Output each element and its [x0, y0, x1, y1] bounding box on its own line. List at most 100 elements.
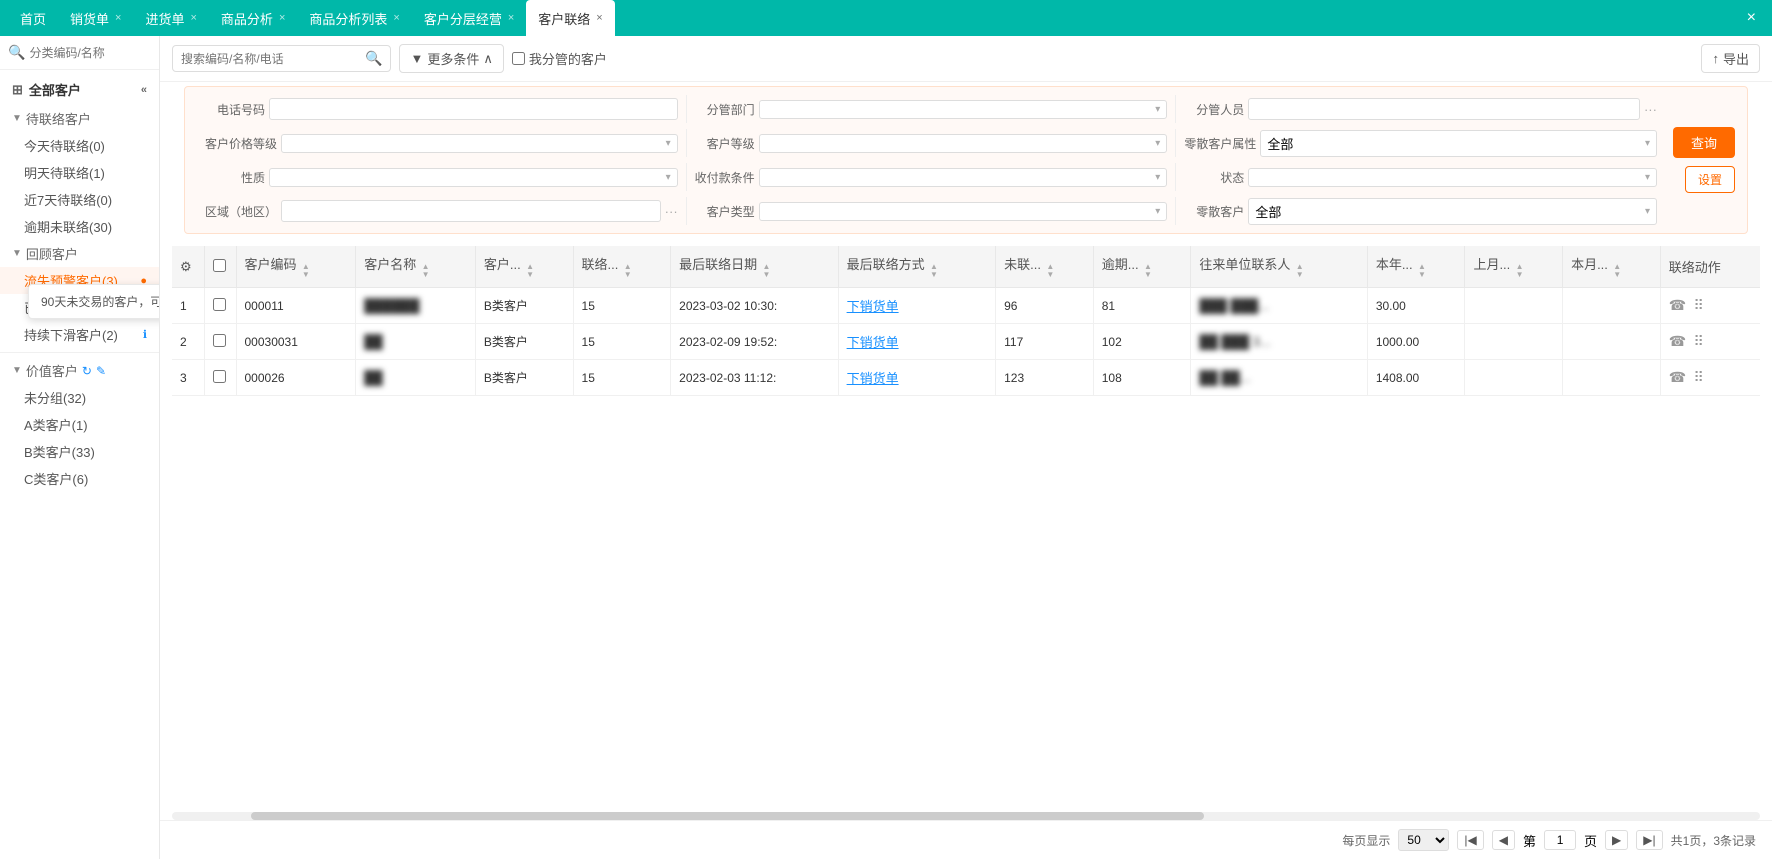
cell-name: ██████ [356, 288, 476, 324]
close-tab-product-analysis-list[interactable]: × [393, 12, 399, 24]
sort-arrows-uncontacted[interactable]: ▲▼ [1046, 263, 1054, 279]
sort-arrows-year[interactable]: ▲▼ [1418, 263, 1426, 279]
page-input[interactable] [1544, 830, 1576, 850]
per-page-select[interactable]: 50 100 [1398, 829, 1449, 851]
last-method-link[interactable]: 下销货单 [847, 371, 899, 386]
more-action-icon[interactable]: ⠿ [1693, 333, 1703, 349]
filter-person-input[interactable] [1248, 98, 1640, 120]
sidebar-item-classC[interactable]: C类客户(6) [0, 465, 159, 492]
more-action-icon[interactable]: ⠿ [1693, 297, 1703, 313]
sidebar-item-decline[interactable]: 持续下滑客户(2) ℹ [0, 321, 159, 348]
sort-arrows-name[interactable]: ▲▼ [422, 263, 430, 279]
row-checkbox[interactable] [213, 334, 226, 347]
sidebar-item-overdue[interactable]: 逾期未联络(30) [0, 213, 159, 240]
contact-icon[interactable]: ☎ [1669, 369, 1686, 385]
search-input-wrap: 🔍 [172, 45, 391, 72]
cell-action: ☎ ⠿ [1660, 288, 1760, 324]
col-settings[interactable]: ⚙ [172, 246, 204, 288]
filter-payment-select[interactable]: ▾ [759, 168, 1168, 187]
more-dots-icon-region[interactable]: ··· [665, 204, 678, 219]
horizontal-scrollbar[interactable] [172, 812, 1760, 820]
contact-icon[interactable]: ☎ [1669, 297, 1686, 313]
sidebar-item-classB[interactable]: B类客户(33) [0, 438, 159, 465]
last-page-btn[interactable]: ▶| [1636, 830, 1662, 850]
sort-arrows-date[interactable]: ▲▼ [763, 263, 771, 279]
filter-phone-input[interactable] [269, 98, 678, 120]
filter-customer-level-select[interactable]: ▾ [759, 134, 1168, 153]
sidebar-item-ungroup[interactable]: 未分组(32) [0, 384, 159, 411]
last-method-link[interactable]: 下销货单 [847, 299, 899, 314]
edit-icon-value[interactable]: ✎ [96, 364, 106, 378]
first-page-btn[interactable]: |◀ [1457, 830, 1483, 850]
window-close-btn[interactable]: × [1739, 9, 1764, 27]
sort-arrows-person[interactable]: ▲▼ [1296, 263, 1304, 279]
close-tab-sales-order[interactable]: × [115, 12, 121, 24]
refresh-icon-value[interactable]: ↻ [82, 364, 92, 378]
sidebar-item-tomorrow[interactable]: 明天待联络(1) [0, 159, 159, 186]
tab-customer-contact[interactable]: 客户联络 × [526, 0, 614, 36]
my-customer-checkbox[interactable] [512, 52, 525, 65]
sidebar-search-input[interactable] [29, 46, 151, 60]
my-customer-checkbox-wrap[interactable]: 我分管的客户 [512, 49, 607, 68]
cell-checkbox[interactable] [204, 360, 236, 396]
cell-uncontacted: 96 [996, 288, 1094, 324]
filter-price-level-select[interactable]: ▾ [281, 134, 678, 153]
table-header-row: ⚙ 客户编码 ▲▼ 客户名称 ▲▼ [172, 246, 1760, 288]
filter-nature-select[interactable]: ▾ [269, 168, 678, 187]
tab-product-analysis[interactable]: 商品分析 × [209, 0, 297, 36]
sort-arrows-month[interactable]: ▲▼ [1613, 263, 1621, 279]
tab-home[interactable]: 首页 [8, 0, 58, 36]
sidebar-group-value[interactable]: ▼ 价值客户 ↻ ✎ [0, 357, 159, 384]
sort-arrows-lmonth[interactable]: ▲▼ [1516, 263, 1524, 279]
sort-arrows-code[interactable]: ▲▼ [302, 263, 310, 279]
more-action-icon[interactable]: ⠿ [1693, 369, 1703, 385]
more-dots-icon-person[interactable]: ··· [1644, 102, 1657, 117]
sidebar-group-pending[interactable]: ▼ 待联络客户 [0, 105, 159, 132]
sidebar-item-classA[interactable]: A类客户(1) [0, 411, 159, 438]
per-page-label: 每页显示 [1342, 832, 1390, 849]
tab-product-analysis-list[interactable]: 商品分析列表 × [297, 0, 411, 36]
sidebar-item-today[interactable]: 今天待联络(0) [0, 132, 159, 159]
prev-page-btn[interactable]: ◀ [1492, 830, 1515, 850]
next-page-btn[interactable]: ▶ [1605, 830, 1628, 850]
close-tab-purchase-order[interactable]: × [190, 12, 196, 24]
settings-icon[interactable]: ⚙ [180, 259, 192, 274]
sidebar-all-customers[interactable]: ⊞ 全部客户 « [0, 74, 159, 105]
filter-retail-attr-select[interactable]: 全部 ▾ [1260, 130, 1657, 157]
tab-customer-tier[interactable]: 客户分层经营 × [412, 0, 526, 36]
close-tab-product-analysis[interactable]: × [279, 12, 285, 24]
tab-purchase-order[interactable]: 进货单 × [133, 0, 208, 36]
chevron-down-icon: ▾ [1155, 104, 1160, 115]
filter-customer-type-select[interactable]: ▾ [759, 202, 1168, 221]
sidebar-item-week[interactable]: 近7天待联络(0) [0, 186, 159, 213]
tab-sales-order[interactable]: 销货单 × [58, 0, 133, 36]
filter-region-input[interactable] [281, 200, 661, 222]
main-search-input[interactable] [181, 52, 361, 66]
close-tab-customer-contact[interactable]: × [596, 12, 602, 24]
sidebar-group-review[interactable]: ▼ 回顾客户 [0, 240, 159, 267]
row-checkbox[interactable] [213, 370, 226, 383]
cell-this-month [1563, 288, 1661, 324]
scroll-thumb[interactable] [251, 812, 1204, 820]
filter-department-select[interactable]: ▾ [759, 100, 1168, 119]
sort-arrows-type[interactable]: ▲▼ [526, 263, 534, 279]
cell-checkbox[interactable] [204, 324, 236, 360]
select-all-checkbox[interactable] [213, 259, 226, 272]
filter-status-select[interactable]: ▾ [1248, 168, 1657, 187]
main-search-icon[interactable]: 🔍 [365, 50, 382, 67]
row-checkbox[interactable] [213, 298, 226, 311]
last-method-link[interactable]: 下销货单 [847, 335, 899, 350]
close-tab-customer-tier[interactable]: × [508, 12, 514, 24]
cell-checkbox[interactable] [204, 288, 236, 324]
sort-arrows-contact[interactable]: ▲▼ [624, 263, 632, 279]
settings-btn[interactable]: 设置 [1685, 166, 1735, 193]
filter-retail-customer-select[interactable]: 全部 ▾ [1248, 198, 1657, 225]
query-btn[interactable]: 查询 [1673, 127, 1735, 158]
more-filter-btn[interactable]: ▼ 更多条件 ∧ [399, 44, 503, 73]
sort-arrows-overdue[interactable]: ▲▼ [1144, 263, 1152, 279]
chevron-down-icon-8: ▾ [1155, 206, 1160, 217]
export-btn[interactable]: ↑ 导出 [1701, 44, 1760, 73]
filter-row-3: 性质 ▾ 收付款条件 ▾ [197, 163, 1665, 191]
sort-arrows-method[interactable]: ▲▼ [930, 263, 938, 279]
contact-icon[interactable]: ☎ [1669, 333, 1686, 349]
